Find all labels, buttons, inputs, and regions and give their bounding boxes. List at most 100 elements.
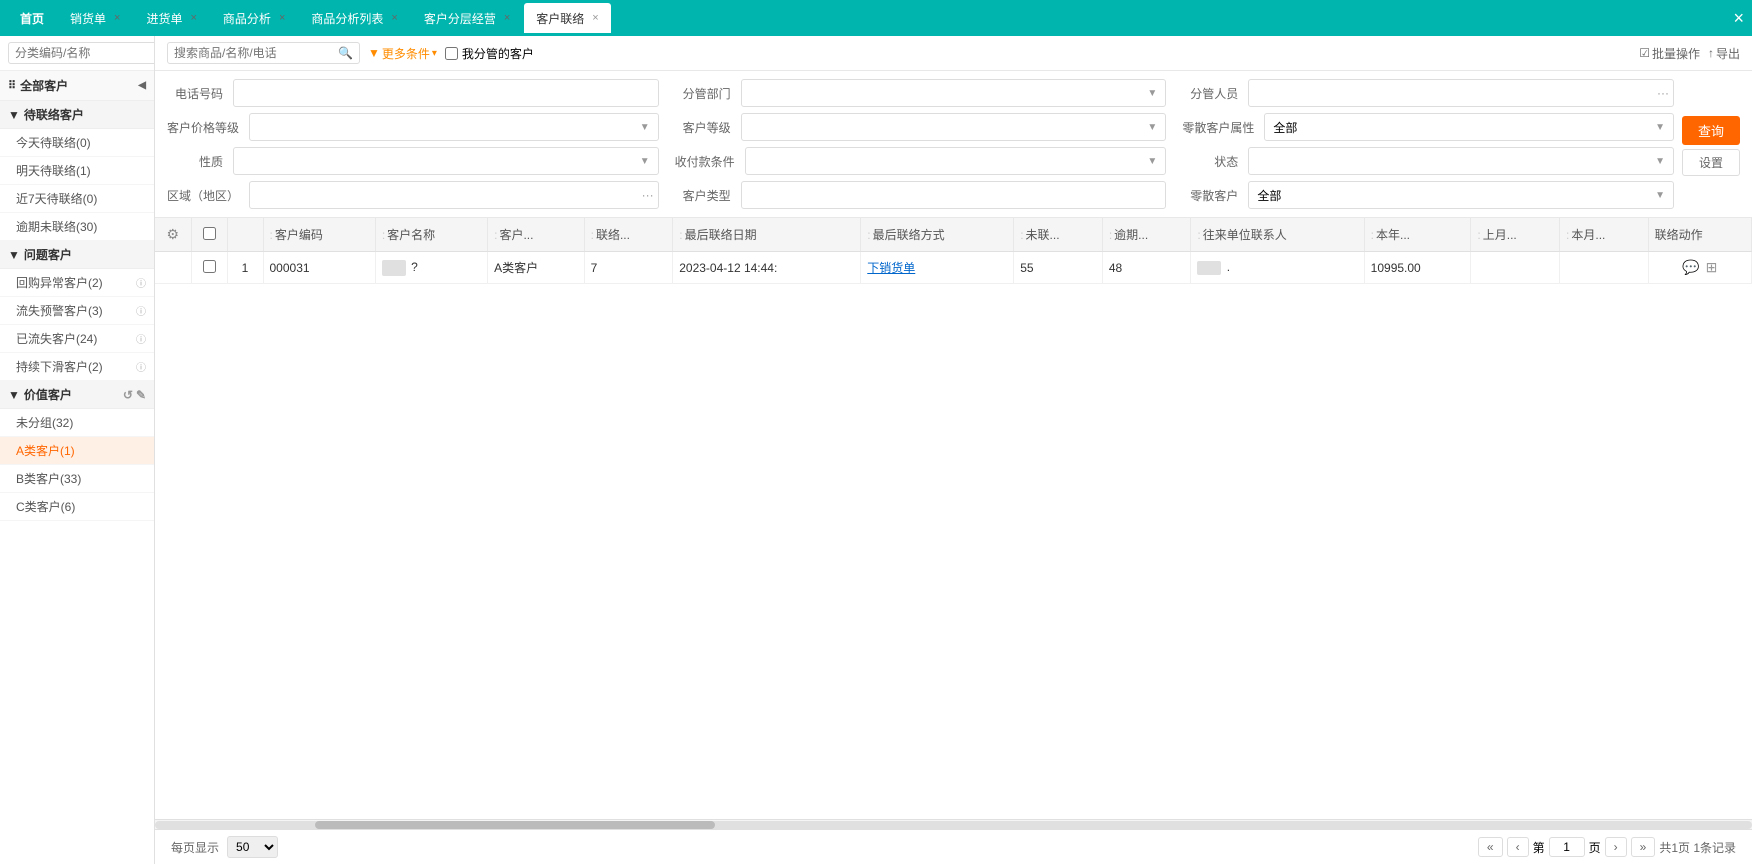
col-type[interactable]: :客户...	[488, 218, 585, 252]
row-name: ?	[375, 252, 487, 284]
close-purchase-tab[interactable]: ×	[190, 12, 196, 24]
batch-op-btn[interactable]: ☑ 批量操作	[1639, 45, 1700, 62]
close-customer-layer-tab[interactable]: ×	[504, 12, 510, 24]
edit-icon[interactable]: ✎	[136, 388, 146, 402]
close-customer-contact-tab[interactable]: ×	[592, 12, 598, 24]
my-customers-checkbox[interactable]: 我分管的客户	[445, 45, 534, 62]
sidebar-item-churn-warning[interactable]: 流失预警客户(3) ⓘ	[0, 297, 154, 325]
row-check[interactable]	[203, 260, 216, 273]
nav-tab-goods-analysis[interactable]: 商品分析 ×	[211, 3, 297, 33]
sidebar-search-input[interactable]	[8, 42, 155, 64]
top-navigation: 首页 销货单 × 进货单 × 商品分析 × 商品分析列表 × 客户分层经营 × …	[0, 0, 1752, 36]
phone-input[interactable]	[233, 79, 659, 107]
sparse-attr-select[interactable]: 全部 ▼	[1264, 113, 1674, 141]
col-last-month[interactable]: :上月...	[1471, 218, 1560, 252]
row-actions: 💬 ⊞	[1648, 252, 1751, 284]
filter-person: 分管人员 ···	[1182, 79, 1674, 107]
sidebar-item-churned[interactable]: 已流失客户(24) ⓘ	[0, 325, 154, 353]
search-input[interactable]	[174, 46, 334, 60]
sidebar-item-declining[interactable]: 持续下滑客户(2) ⓘ	[0, 353, 154, 381]
export-btn[interactable]: ↑ 导出	[1708, 45, 1740, 62]
close-sales-tab[interactable]: ×	[114, 12, 120, 24]
query-button[interactable]: 查询	[1682, 116, 1740, 145]
nav-tab-goods-list[interactable]: 商品分析列表 ×	[299, 3, 409, 33]
filter-nature: 性质 ▼	[167, 147, 659, 175]
last-page-btn[interactable]: »	[1631, 837, 1656, 857]
close-all-tabs[interactable]: ×	[1733, 8, 1744, 29]
next-page-btn[interactable]: ›	[1605, 837, 1627, 857]
first-page-btn[interactable]: «	[1478, 837, 1503, 857]
filter-price-level: 客户价格等级 ▼	[167, 113, 659, 141]
payment-arrow: ▼	[1147, 156, 1157, 167]
col-overdue[interactable]: :逾期...	[1102, 218, 1191, 252]
dept-select[interactable]: ▼	[741, 79, 1167, 107]
scrollbar-thumb[interactable]	[315, 821, 715, 829]
price-level-select[interactable]: ▼	[249, 113, 659, 141]
row-overdue: 48	[1102, 252, 1191, 284]
sidebar-item-unclassified[interactable]: 未分组(32)	[0, 409, 154, 437]
col-last-method[interactable]: :最后联络方式	[861, 218, 1014, 252]
sparse-select[interactable]: 全部 ▼	[1248, 181, 1674, 209]
sidebar-item-tomorrow[interactable]: 明天待联络(1)	[0, 157, 154, 185]
col-last-date[interactable]: :最后联络日期	[673, 218, 861, 252]
row-no-contact: 55	[1014, 252, 1103, 284]
sidebar-item-repurchase-abnormal[interactable]: 回购异常客户(2) ⓘ	[0, 269, 154, 297]
sidebar-item-today[interactable]: 今天待联络(0)	[0, 129, 154, 157]
select-all-checkbox[interactable]	[203, 227, 216, 240]
sidebar-item-class-b[interactable]: B类客户(33)	[0, 465, 154, 493]
sidebar-item-class-c[interactable]: C类客户(6)	[0, 493, 154, 521]
row-contact: 7	[584, 252, 673, 284]
page-number-input[interactable]	[1549, 837, 1585, 857]
sidebar-item-7days[interactable]: 近7天待联络(0)	[0, 185, 154, 213]
gear-icon[interactable]: ⚙	[166, 226, 179, 242]
scrollbar-track	[155, 821, 1752, 829]
person-label: 分管人员	[1182, 85, 1242, 102]
message-icon[interactable]: 💬	[1682, 259, 1699, 276]
col-gear[interactable]: ⚙	[155, 218, 191, 252]
sidebar-item-overdue[interactable]: 逾期未联络(30)	[0, 213, 154, 241]
col-contact[interactable]: :联络...	[584, 218, 673, 252]
row-code[interactable]: 000031	[263, 252, 375, 284]
last-method-link[interactable]: 下销货单	[867, 261, 915, 275]
filter-bar: 🔍 ▼ 更多条件 ▾ 我分管的客户 ☑ 批量操作 ↑ 导出	[155, 36, 1752, 71]
refresh-icon[interactable]: ↺	[123, 388, 133, 402]
row-checkbox[interactable]	[191, 252, 227, 284]
nature-select[interactable]: ▼	[233, 147, 659, 175]
qr-icon[interactable]: ⊞	[1706, 259, 1718, 276]
nav-tab-customer-layer[interactable]: 客户分层经营 ×	[412, 3, 522, 33]
col-this-month[interactable]: :本月...	[1560, 218, 1649, 252]
page-size-select[interactable]: 50 100 200	[227, 836, 278, 858]
settings-button[interactable]: 设置	[1682, 149, 1740, 176]
payment-select[interactable]: ▼	[745, 147, 1167, 175]
col-unit-contact[interactable]: :往来单位联系人	[1191, 218, 1364, 252]
pending-section-header[interactable]: ▼ 待联络客户	[0, 101, 154, 129]
row-no: 1	[227, 252, 263, 284]
search-icon[interactable]: 🔍	[338, 46, 353, 60]
close-goods-list-tab[interactable]: ×	[391, 12, 397, 24]
problem-section-header[interactable]: ▼ 问题客户	[0, 241, 154, 269]
sidebar-item-class-a[interactable]: A类客户(1)	[0, 437, 154, 465]
nav-tab-home[interactable]: 首页	[8, 3, 56, 33]
close-goods-analysis-tab[interactable]: ×	[279, 12, 285, 24]
more-conditions-btn[interactable]: ▼ 更多条件 ▾	[368, 45, 437, 62]
person-select[interactable]: ···	[1248, 79, 1674, 107]
col-year-amount[interactable]: :本年...	[1364, 218, 1471, 252]
cust-level-select[interactable]: ▼	[741, 113, 1167, 141]
col-no-contact[interactable]: :未联...	[1014, 218, 1103, 252]
cust-type-input[interactable]	[741, 181, 1167, 209]
my-customers-check[interactable]	[445, 47, 458, 60]
region-select[interactable]: ···	[249, 181, 659, 209]
horizontal-scrollbar[interactable]	[155, 819, 1752, 829]
prev-page-btn[interactable]: ‹	[1507, 837, 1529, 857]
all-customers-header[interactable]: ⠿ 全部客户 ◀	[0, 71, 154, 101]
col-code[interactable]: :客户编码	[263, 218, 375, 252]
col-name[interactable]: :客户名称	[375, 218, 487, 252]
nav-tab-customer-contact[interactable]: 客户联络 ×	[524, 3, 610, 33]
value-section-header[interactable]: ▼ 价值客户 ↺ ✎	[0, 381, 154, 409]
nav-tab-sales[interactable]: 销货单 ×	[58, 3, 132, 33]
row-gear	[155, 252, 191, 284]
nav-tab-purchase[interactable]: 进货单 ×	[134, 3, 208, 33]
status-select[interactable]: ▼	[1248, 147, 1674, 175]
col-checkbox[interactable]	[191, 218, 227, 252]
row-last-method[interactable]: 下销货单	[861, 252, 1014, 284]
